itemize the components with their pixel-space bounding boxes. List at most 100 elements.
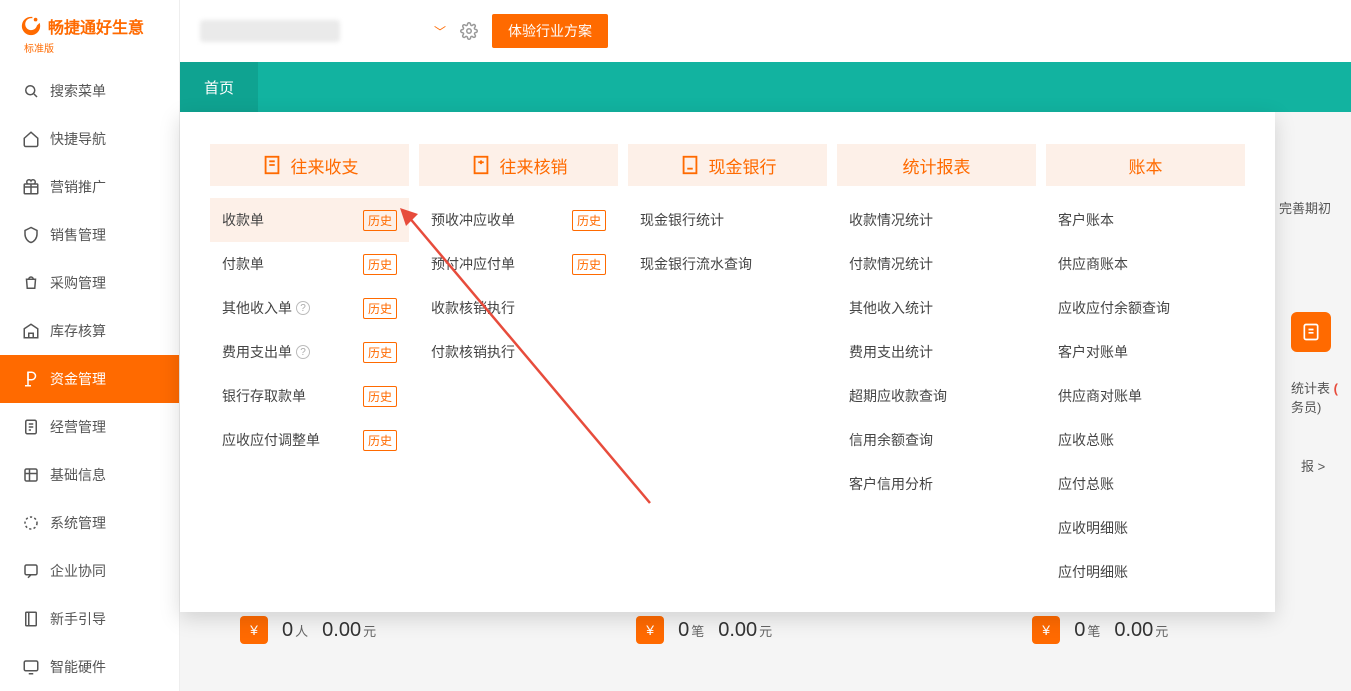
menu-item-credit-balance[interactable]: 信用余额查询: [837, 418, 1036, 462]
cart-icon: [22, 274, 40, 292]
tab-bar: 首页: [180, 62, 1351, 112]
history-tag[interactable]: 历史: [363, 430, 397, 451]
sidebar-item-system[interactable]: 系统管理: [0, 499, 179, 547]
menu-item-other-income-stats[interactable]: 其他收入统计: [837, 286, 1036, 330]
sidebar-item-label: 智能硬件: [50, 657, 106, 677]
history-tag[interactable]: 历史: [363, 386, 397, 407]
megamenu-col-header: 账本: [1046, 144, 1245, 186]
menu-item-cashbank-flow[interactable]: 现金银行流水查询: [628, 242, 827, 286]
sidebar-item-sales[interactable]: 销售管理: [0, 211, 179, 259]
sidebar-item-basicinfo[interactable]: 基础信息: [0, 451, 179, 499]
menu-item-receipt[interactable]: 收款单历史: [210, 198, 409, 242]
report-icon: [1301, 322, 1321, 342]
sidebar-item-hardware[interactable]: 智能硬件: [0, 643, 179, 691]
menu-item-cashbank-stats[interactable]: 现金银行统计: [628, 198, 827, 242]
menu-item-other-income[interactable]: 其他收入单?历史: [210, 286, 409, 330]
sidebar-item-business[interactable]: 经营管理: [0, 403, 179, 451]
megamenu-col-cashbank: 现金银行 现金银行统计 现金银行流水查询: [628, 144, 827, 580]
menu-item-ar-ap-balance[interactable]: 应收应付余额查询: [1046, 286, 1245, 330]
spinner-icon: [22, 514, 40, 532]
history-tag[interactable]: 历史: [572, 210, 606, 231]
history-tag[interactable]: 历史: [572, 254, 606, 275]
sidebar-item-search[interactable]: 搜索菜单: [0, 67, 179, 115]
side-floating-icon[interactable]: [1291, 312, 1331, 352]
sidebar-item-label: 系统管理: [50, 513, 106, 533]
stat-badge-icon: ¥: [636, 616, 664, 644]
sidebar-item-label: 资金管理: [50, 369, 106, 389]
menu-item-receipt-writeoff-exec[interactable]: 收款核销执行: [419, 286, 618, 330]
wallet-icon: [22, 370, 40, 388]
sidebar-item-label: 销售管理: [50, 225, 106, 245]
help-icon[interactable]: ?: [296, 345, 310, 359]
sidebar-item-inventory[interactable]: 库存核算: [0, 307, 179, 355]
menu-item-customer-ledger[interactable]: 客户账本: [1046, 198, 1245, 242]
menu-item-payment-stats[interactable]: 付款情况统计: [837, 242, 1036, 286]
sidebar-item-collab[interactable]: 企业协同: [0, 547, 179, 595]
warehouse-icon: [22, 322, 40, 340]
right-text-3[interactable]: 报 >: [1301, 456, 1351, 475]
brand-sub: 标准版: [24, 40, 169, 55]
industry-plan-button[interactable]: 体验行业方案: [492, 14, 608, 48]
dropdown-caret-icon[interactable]: ﹀: [434, 23, 446, 40]
home-icon: [22, 130, 40, 148]
invoice-icon: [470, 154, 492, 176]
sidebar-nav: 搜索菜单 快捷导航 营销推广 销售管理 采购管理 库存核算 资金管理 经营管理 …: [0, 67, 179, 691]
help-icon[interactable]: ?: [296, 301, 310, 315]
stat-badge-icon: ¥: [240, 616, 268, 644]
sidebar-item-quicknav[interactable]: 快捷导航: [0, 115, 179, 163]
menu-item-payment[interactable]: 付款单历史: [210, 242, 409, 286]
history-tag[interactable]: 历史: [363, 254, 397, 275]
right-text-2: 统计表 (务员): [1291, 378, 1351, 416]
menu-item-payment-writeoff-exec[interactable]: 付款核销执行: [419, 330, 618, 374]
funds-megamenu: 往来收支 收款单历史 付款单历史 其他收入单?历史 费用支出单?历史 银行存取款…: [180, 112, 1275, 612]
book-icon: [22, 610, 40, 628]
menu-item-expense-stats[interactable]: 费用支出统计: [837, 330, 1036, 374]
stat-card: ¥ 0人 0.00元: [240, 616, 376, 644]
sidebar-item-label: 基础信息: [50, 465, 106, 485]
megamenu-col-header: 往来收支: [210, 144, 409, 186]
right-partial-text: 完善期初: [1279, 200, 1351, 248]
sidebar-item-label: 快捷导航: [50, 129, 106, 149]
menu-item-supplier-ledger[interactable]: 供应商账本: [1046, 242, 1245, 286]
history-tag[interactable]: 历史: [363, 210, 397, 231]
sidebar: 畅捷通好生意 标准版 搜索菜单 快捷导航 营销推广 销售管理 采购管理 库存核算…: [0, 0, 180, 691]
megamenu-col-writeoff: 往来核销 预收冲应收单历史 预付冲应付单历史 收款核销执行 付款核销执行: [419, 144, 618, 580]
menu-item-ar-gl[interactable]: 应收总账: [1046, 418, 1245, 462]
menu-item-ap-detail[interactable]: 应付明细账: [1046, 550, 1245, 594]
menu-item-customer-credit[interactable]: 客户信用分析: [837, 462, 1036, 506]
header: ﹀ 体验行业方案: [180, 0, 1351, 62]
receipt-icon: [261, 154, 283, 176]
gift-icon: [22, 178, 40, 196]
menu-item-supplier-statement[interactable]: 供应商对账单: [1046, 374, 1245, 418]
menu-item-receipt-stats[interactable]: 收款情况统计: [837, 198, 1036, 242]
menu-item-ar-ap-adjust[interactable]: 应收应付调整单历史: [210, 418, 409, 462]
menu-item-overdue-ar[interactable]: 超期应收款查询: [837, 374, 1036, 418]
menu-item-ap-gl[interactable]: 应付总账: [1046, 462, 1245, 506]
menu-item-ar-detail[interactable]: 应收明细账: [1046, 506, 1245, 550]
history-tag[interactable]: 历史: [363, 298, 397, 319]
menu-item-prepay-offset[interactable]: 预付冲应付单历史: [419, 242, 618, 286]
brand: 畅捷通好生意 标准版: [0, 0, 179, 61]
sidebar-item-label: 经营管理: [50, 417, 106, 437]
brand-name: 畅捷通好生意: [48, 14, 144, 38]
menu-item-customer-statement[interactable]: 客户对账单: [1046, 330, 1245, 374]
sidebar-item-guide[interactable]: 新手引导: [0, 595, 179, 643]
menu-item-expense[interactable]: 费用支出单?历史: [210, 330, 409, 374]
stat-badge-icon: ¥: [1032, 616, 1060, 644]
menu-item-prereceipt-offset[interactable]: 预收冲应收单历史: [419, 198, 618, 242]
grid-icon: [22, 466, 40, 484]
sidebar-item-label: 企业协同: [50, 561, 106, 581]
sidebar-item-marketing[interactable]: 营销推广: [0, 163, 179, 211]
sidebar-item-purchase[interactable]: 采购管理: [0, 259, 179, 307]
megamenu-col-ledger: 账本 客户账本 供应商账本 应收应付余额查询 客户对账单 供应商对账单 应收总账…: [1046, 144, 1245, 580]
sidebar-item-label: 库存核算: [50, 321, 106, 341]
megamenu-col-reports: 统计报表 收款情况统计 付款情况统计 其他收入统计 费用支出统计 超期应收款查询…: [837, 144, 1036, 580]
sidebar-item-label: 搜索菜单: [50, 81, 106, 101]
menu-item-bank-transfer[interactable]: 银行存取款单历史: [210, 374, 409, 418]
megamenu-col-header: 现金银行: [628, 144, 827, 186]
sidebar-item-funds[interactable]: 资金管理: [0, 355, 179, 403]
gear-icon[interactable]: [460, 22, 478, 40]
tab-home[interactable]: 首页: [180, 62, 258, 112]
history-tag[interactable]: 历史: [363, 342, 397, 363]
stat-card: ¥ 0笔 0.00元: [636, 616, 772, 644]
